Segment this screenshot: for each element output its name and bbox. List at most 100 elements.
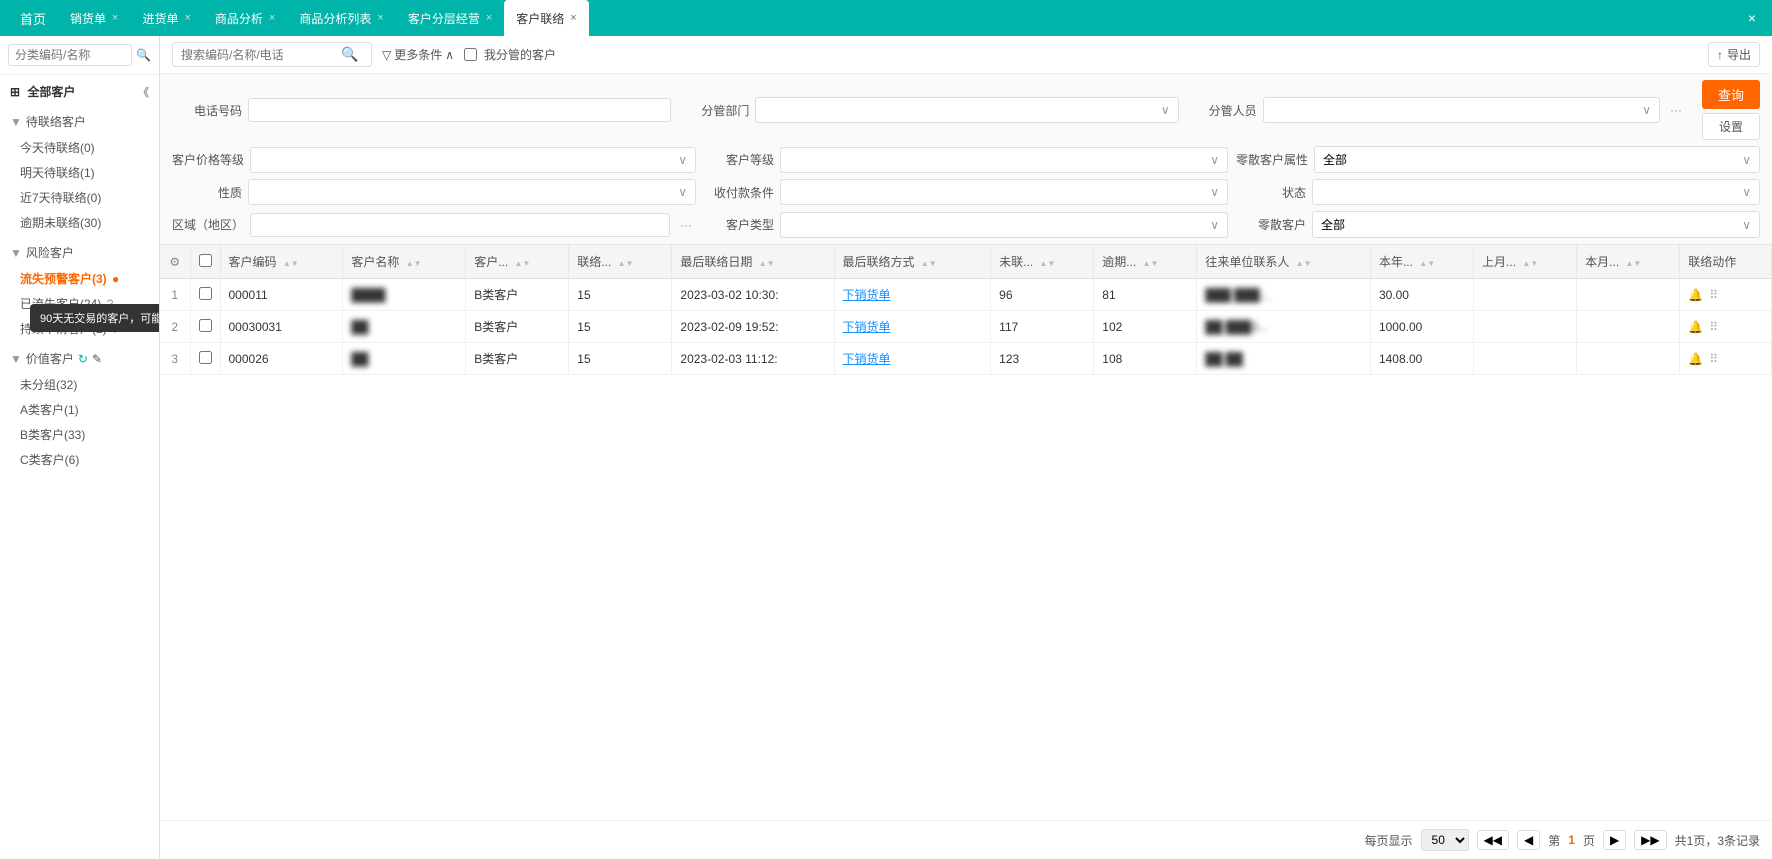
window-close-button[interactable]: × xyxy=(1740,10,1764,26)
row-1-checkbox[interactable] xyxy=(199,287,212,300)
close-sales-icon[interactable]: × xyxy=(112,12,118,24)
first-page-button[interactable]: ◀◀ xyxy=(1477,830,1509,850)
region-input[interactable] xyxy=(250,213,670,237)
customer-table: ⚙ 客户编码 ▲▼ 客户名称 ▲▼ 客户... ▲▼ xyxy=(160,245,1772,375)
close-customer-contact-icon[interactable]: × xyxy=(570,12,576,24)
region-more-icon[interactable]: ··· xyxy=(676,218,696,232)
person-arrow-icon: ∨ xyxy=(1642,103,1651,117)
col-customer-name[interactable]: 客户名称 ▲▼ xyxy=(343,245,466,279)
tab-product-analysis[interactable]: 商品分析 × xyxy=(203,0,287,36)
sidebar-group-churn[interactable]: ▼ 风险客户 xyxy=(0,239,159,266)
row-2-more-icon[interactable]: ⠿ xyxy=(1709,320,1718,334)
sidebar-item-today[interactable]: 今天待联络(0) xyxy=(0,135,159,160)
row-3-action-icons: 🔔 ⠿ xyxy=(1688,352,1763,366)
row-checkbox-1[interactable] xyxy=(190,279,220,311)
sidebar-item-class-c[interactable]: C类客户(6) xyxy=(0,447,159,472)
search-input[interactable] xyxy=(181,48,341,62)
col-last-contact-method[interactable]: 最后联络方式 ▲▼ xyxy=(834,245,991,279)
row-1-more-icon[interactable]: ⠿ xyxy=(1709,288,1718,302)
row-3-last-method[interactable]: 下销货单 xyxy=(834,343,991,375)
row-2-checkbox[interactable] xyxy=(199,319,212,332)
col-last-contact-date[interactable]: 最后联络日期 ▲▼ xyxy=(672,245,834,279)
row-3-bell-icon[interactable]: 🔔 xyxy=(1688,352,1703,366)
col-checkbox-header[interactable] xyxy=(190,245,220,279)
sidebar-item-churn-predicted[interactable]: 流失预警客户(3) ● xyxy=(0,266,159,291)
row-1-actions: 🔔 ⠿ xyxy=(1680,279,1772,311)
retail-attr-label: 零散客户属性 xyxy=(1236,151,1308,168)
sidebar-search-icon[interactable]: 🔍 xyxy=(136,48,151,62)
col-contact[interactable]: 联络... ▲▼ xyxy=(569,245,672,279)
main-wrapper: 🔍 ⊞ 全部客户 《 ▼ 待联络客户 今天待联络(0) 明天待联络(1) 近7天… xyxy=(0,36,1772,859)
col-contact-person[interactable]: 往来单位联系人 ▲▼ xyxy=(1197,245,1371,279)
row-1-code: 000011 xyxy=(220,279,343,311)
close-product-list-icon[interactable]: × xyxy=(377,12,383,24)
person-select[interactable]: ∨ xyxy=(1263,97,1660,123)
collapse-sidebar-icon[interactable]: 《 xyxy=(138,84,149,100)
sidebar-item-ungrouped[interactable]: 未分组(32) xyxy=(0,372,159,397)
next-page-button[interactable]: ▶ xyxy=(1603,830,1626,850)
query-button[interactable]: 查询 xyxy=(1702,80,1760,109)
my-customers-checkbox-label[interactable]: 我分管的客户 xyxy=(464,46,556,63)
status-select[interactable]: ∨ xyxy=(1312,179,1760,205)
search-button[interactable]: 🔍 xyxy=(341,46,358,63)
col-customer-type[interactable]: 客户... ▲▼ xyxy=(466,245,569,279)
sidebar-item-class-b[interactable]: B类客户(33) xyxy=(0,422,159,447)
payment-select[interactable]: ∨ xyxy=(780,179,1228,205)
select-all-checkbox[interactable] xyxy=(199,254,212,267)
sidebar-group-pending-contact[interactable]: ▼ 待联络客户 xyxy=(0,108,159,135)
export-button[interactable]: ↑ 导出 xyxy=(1708,42,1760,67)
person-more-icon[interactable]: ··· xyxy=(1666,103,1686,117)
row-3-more-icon[interactable]: ⠿ xyxy=(1709,352,1718,366)
close-purchase-icon[interactable]: × xyxy=(184,12,190,24)
more-conditions-btn[interactable]: ▽ 更多条件 ∧ xyxy=(382,46,454,63)
col-settings[interactable]: ⚙ xyxy=(160,245,190,279)
per-page-select[interactable]: 50 xyxy=(1421,829,1469,851)
row-2-bell-icon[interactable]: 🔔 xyxy=(1688,320,1703,334)
filter-dept: 分管部门 ∨ xyxy=(679,97,1178,123)
col-overdue[interactable]: 逾期... ▲▼ xyxy=(1094,245,1197,279)
sidebar-item-week[interactable]: 近7天待联络(0) xyxy=(0,185,159,210)
sidebar-item-overdue[interactable]: 逾期未联络(30) xyxy=(0,210,159,235)
sidebar-item-tomorrow[interactable]: 明天待联络(1) xyxy=(0,160,159,185)
tab-purchase[interactable]: 进货单 × xyxy=(130,0,202,36)
close-product-analysis-icon[interactable]: × xyxy=(269,12,275,24)
retail-attr-select[interactable]: 全部 ∨ xyxy=(1314,146,1760,173)
row-checkbox-2[interactable] xyxy=(190,311,220,343)
phone-input[interactable] xyxy=(248,98,671,122)
row-2-last-method[interactable]: 下销货单 xyxy=(834,311,991,343)
row-3-checkbox[interactable] xyxy=(199,351,212,364)
tab-sales[interactable]: 销货单 × xyxy=(58,0,130,36)
tab-product-list[interactable]: 商品分析列表 × xyxy=(287,0,395,36)
prev-page-button[interactable]: ◀ xyxy=(1517,830,1540,850)
row-1-bell-icon[interactable]: 🔔 xyxy=(1688,288,1703,302)
retail-customer-select[interactable]: 全部 ∨ xyxy=(1312,211,1760,238)
edit-icon[interactable]: ✎ xyxy=(92,352,102,366)
all-customers-header[interactable]: ⊞ 全部客户 《 xyxy=(0,75,159,108)
dept-select[interactable]: ∨ xyxy=(755,97,1178,123)
last-page-button[interactable]: ▶▶ xyxy=(1634,830,1666,850)
sidebar-item-class-a[interactable]: A类客户(1) xyxy=(0,397,159,422)
customer-type-select[interactable]: ∨ xyxy=(780,212,1228,238)
nature-select[interactable]: ∨ xyxy=(248,179,696,205)
col-this-month[interactable]: 本月... ▲▼ xyxy=(1577,245,1680,279)
tab-customer-tier[interactable]: 客户分层经营 × xyxy=(396,0,504,36)
churn-tooltip: 90天无交易的客户，可能有流失风险。 xyxy=(30,304,160,332)
customer-tier-select[interactable]: ∨ xyxy=(780,147,1228,173)
refresh-icon[interactable]: ↻ xyxy=(78,352,88,366)
settings-button[interactable]: 设置 xyxy=(1702,113,1760,140)
sidebar-search-input[interactable] xyxy=(8,44,132,66)
price-tier-select[interactable]: ∨ xyxy=(250,147,696,173)
row-3-type: B类客户 xyxy=(466,343,569,375)
col-last-month[interactable]: 上月... ▲▼ xyxy=(1474,245,1577,279)
col-customer-code[interactable]: 客户编码 ▲▼ xyxy=(220,245,343,279)
col-this-year[interactable]: 本年... ▲▼ xyxy=(1370,245,1473,279)
row-checkbox-3[interactable] xyxy=(190,343,220,375)
sort-last-contact-method-icon: ▲▼ xyxy=(921,259,937,268)
sidebar-group-value[interactable]: ▼ 价值客户 ↻ ✎ xyxy=(0,345,159,372)
tab-home[interactable]: 首页 xyxy=(8,0,58,36)
close-customer-tier-icon[interactable]: × xyxy=(486,12,492,24)
tab-customer-contact[interactable]: 客户联络 × xyxy=(504,0,588,36)
my-customers-checkbox[interactable] xyxy=(464,48,477,61)
row-1-last-method[interactable]: 下销货单 xyxy=(834,279,991,311)
col-un-contacted[interactable]: 未联... ▲▼ xyxy=(991,245,1094,279)
